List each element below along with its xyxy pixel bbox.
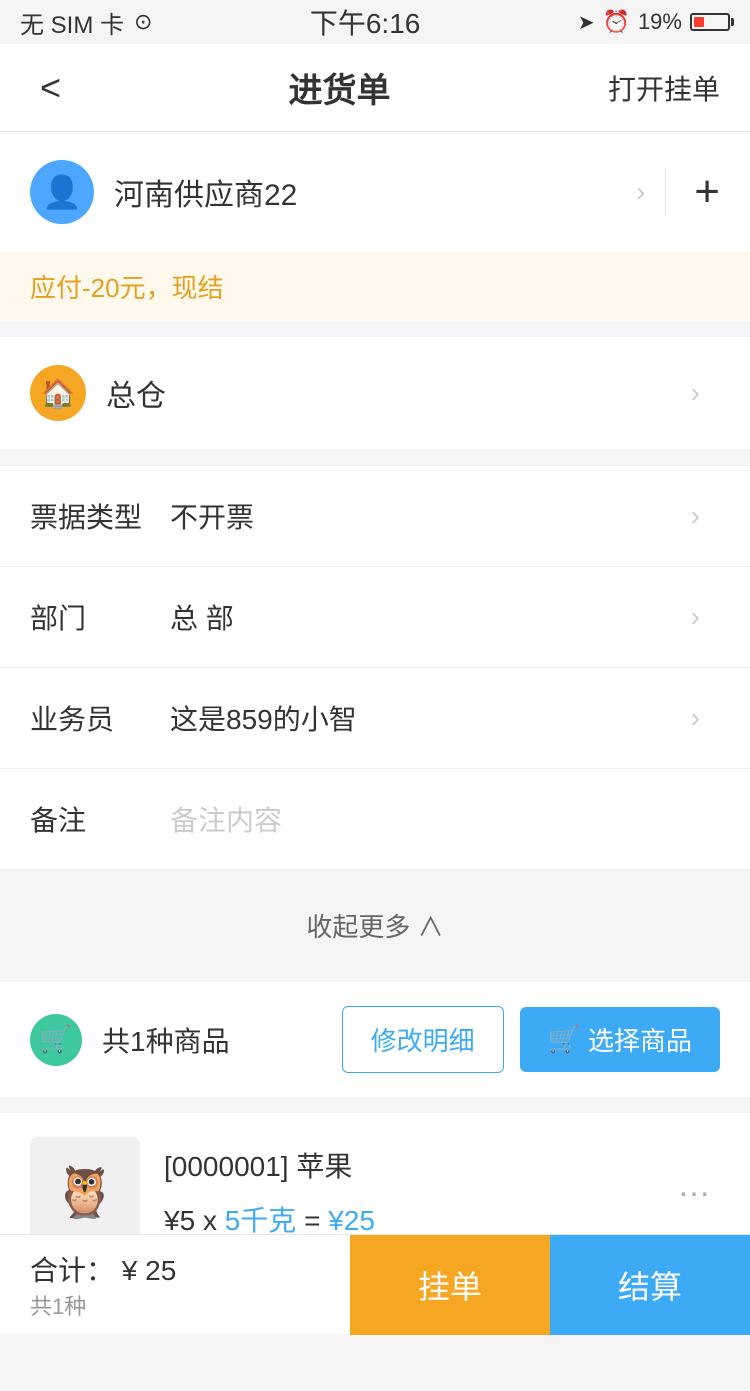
product-info: [0000001] 苹果 ¥5 x 5千克 = ¥25 bbox=[164, 1145, 644, 1239]
hang-order-button[interactable]: 挂单 bbox=[350, 1235, 550, 1335]
price-qty: 5千克 bbox=[225, 1205, 297, 1236]
warehouse-name: 总仓 bbox=[106, 371, 691, 415]
supplier-section: 👤 河南供应商22 › + 应付-20元，现结 bbox=[0, 132, 750, 321]
status-right: ➤ ⏰ 19% bbox=[578, 9, 730, 35]
dept-label: 部门 bbox=[30, 597, 150, 637]
select-product-button[interactable]: 🛒 选择商品 bbox=[520, 1007, 720, 1072]
avatar-icon: 👤 bbox=[42, 173, 82, 211]
battery-icon bbox=[690, 13, 730, 31]
salesperson-label: 业务员 bbox=[30, 698, 150, 738]
nav-bar: < 进货单 打开挂单 bbox=[0, 44, 750, 132]
product-code: [0000001] bbox=[164, 1151, 289, 1182]
alarm-icon: ⏰ bbox=[603, 9, 630, 35]
cart-icon: 🛒 bbox=[40, 1024, 72, 1055]
invoice-value: 不开票 bbox=[150, 496, 691, 536]
equals-sign: = bbox=[304, 1205, 328, 1236]
chevron-right-icon: › bbox=[636, 176, 645, 208]
remark-row[interactable]: 备注 备注内容 bbox=[0, 768, 750, 869]
products-section: 🛒 共1种商品 修改明细 🛒 选择商品 bbox=[0, 982, 750, 1097]
invoice-row[interactable]: 票据类型 不开票 › bbox=[0, 465, 750, 566]
remark-label: 备注 bbox=[30, 799, 150, 839]
status-time: 下午6:16 bbox=[310, 2, 421, 42]
form-section: 票据类型 不开票 › 部门 总 部 › 业务员 这是859的小智 › 备注 备注… bbox=[0, 465, 750, 869]
carrier-text: 无 SIM 卡 bbox=[20, 5, 124, 40]
settle-button[interactable]: 结算 bbox=[550, 1235, 750, 1335]
collapse-button[interactable]: 收起更多 ∧ bbox=[0, 885, 750, 966]
select-product-label: 选择商品 bbox=[588, 1021, 692, 1058]
total-label: 合计： bbox=[30, 1255, 114, 1286]
status-bar: 无 SIM 卡 ⊙ 下午6:16 ➤ ⏰ 19% bbox=[0, 0, 750, 44]
supplier-avatar: 👤 bbox=[30, 160, 94, 224]
location-icon: ➤ bbox=[578, 10, 595, 35]
open-hang-button[interactable]: 打开挂单 bbox=[608, 68, 720, 108]
product-thumbnail: 🦉 bbox=[30, 1137, 140, 1247]
total-row: 合计： ¥ 25 bbox=[30, 1249, 320, 1289]
product-title: 苹果 bbox=[296, 1151, 352, 1182]
total-amount: ¥ 25 bbox=[122, 1255, 177, 1286]
price-unit: ¥5 bbox=[164, 1205, 195, 1236]
chevron-right-icon: › bbox=[691, 601, 700, 633]
select-cart-icon: 🛒 bbox=[548, 1024, 580, 1055]
page-title: 进货单 bbox=[289, 63, 391, 112]
warehouse-section: 🏠 总仓 › bbox=[0, 337, 750, 449]
multiply-sign: x bbox=[203, 1205, 225, 1236]
total-count: 共1种 bbox=[30, 1289, 320, 1321]
products-header: 🛒 共1种商品 修改明细 🛒 选择商品 bbox=[0, 982, 750, 1097]
products-count: 共1种商品 bbox=[102, 1020, 342, 1060]
warehouse-icon: 🏠 bbox=[30, 365, 86, 421]
edit-detail-button[interactable]: 修改明细 bbox=[342, 1006, 504, 1073]
product-name: [0000001] 苹果 bbox=[164, 1145, 644, 1185]
chevron-right-icon: › bbox=[691, 702, 700, 734]
price-total: ¥25 bbox=[328, 1205, 375, 1236]
product-thumb-icon: 🦉 bbox=[54, 1163, 116, 1222]
bottom-bar: 合计： ¥ 25 共1种 挂单 结算 bbox=[0, 1234, 750, 1334]
invoice-label: 票据类型 bbox=[30, 496, 150, 536]
add-supplier-button[interactable]: + bbox=[694, 170, 720, 214]
supplier-row[interactable]: 👤 河南供应商22 › + bbox=[0, 132, 750, 252]
chevron-right-icon: › bbox=[691, 377, 700, 409]
total-section: 合计： ¥ 25 共1种 bbox=[0, 1249, 350, 1321]
dept-value: 总 部 bbox=[150, 597, 691, 637]
back-button[interactable]: < bbox=[30, 57, 71, 119]
divider bbox=[665, 167, 666, 217]
warehouse-row[interactable]: 🏠 总仓 › bbox=[0, 337, 750, 449]
remark-placeholder[interactable]: 备注内容 bbox=[150, 799, 720, 839]
battery-percent: 19% bbox=[638, 9, 682, 35]
warning-banner: 应付-20元，现结 bbox=[0, 252, 750, 321]
salesperson-row[interactable]: 业务员 这是859的小智 › bbox=[0, 667, 750, 768]
status-left: 无 SIM 卡 ⊙ bbox=[20, 5, 152, 40]
supplier-name: 河南供应商22 bbox=[114, 170, 636, 214]
dept-row[interactable]: 部门 总 部 › bbox=[0, 566, 750, 667]
wifi-icon: ⊙ bbox=[134, 9, 152, 35]
products-icon: 🛒 bbox=[30, 1014, 82, 1066]
chevron-right-icon: › bbox=[691, 500, 700, 532]
salesperson-value: 这是859的小智 bbox=[150, 698, 691, 738]
product-menu-button[interactable]: ··· bbox=[668, 1164, 720, 1221]
product-price: ¥5 x 5千克 = ¥25 bbox=[164, 1199, 644, 1239]
